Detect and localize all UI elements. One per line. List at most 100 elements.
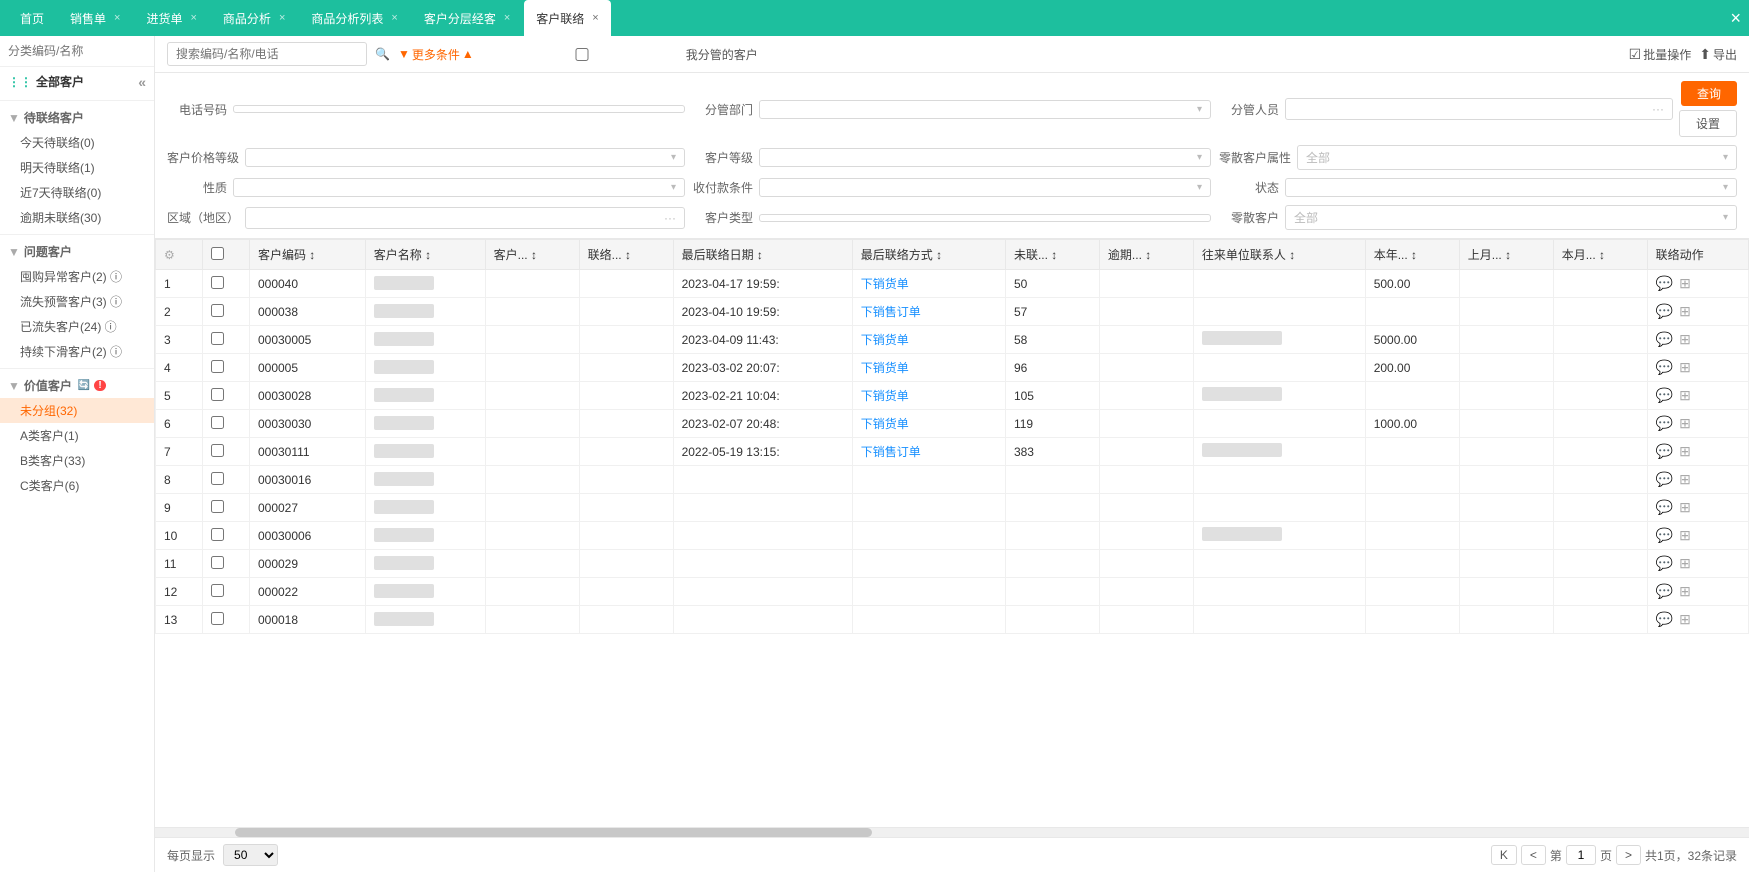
page-next-button[interactable]: > bbox=[1616, 845, 1641, 865]
row-checkbox[interactable] bbox=[211, 612, 224, 625]
sidebar-search-input[interactable] bbox=[8, 44, 155, 58]
th-unit-contact[interactable]: 往来单位联系人 ↕ bbox=[1193, 240, 1365, 270]
th-name[interactable]: 客户名称 ↕ bbox=[365, 240, 485, 270]
grid-icon[interactable]: ⊞ bbox=[1679, 387, 1691, 404]
message-icon[interactable]: 💬 bbox=[1656, 611, 1673, 628]
row-checkbox[interactable] bbox=[211, 332, 224, 345]
page-first-button[interactable]: K bbox=[1491, 845, 1517, 865]
horizontal-scrollbar[interactable] bbox=[155, 827, 1749, 837]
row-checkbox[interactable] bbox=[211, 472, 224, 485]
th-overdue[interactable]: 逾期... ↕ bbox=[1099, 240, 1193, 270]
th-last-type[interactable]: 最后联络方式 ↕ bbox=[852, 240, 1005, 270]
nav-tab-customer-contact[interactable]: 客户联络 × bbox=[524, 0, 610, 36]
nav-tab-purchase-close[interactable]: × bbox=[190, 12, 196, 24]
message-icon[interactable]: 💬 bbox=[1656, 331, 1673, 348]
th-this-month[interactable]: 本月... ↕ bbox=[1553, 240, 1647, 270]
nav-tab-analysis-list[interactable]: 商品分析列表 × bbox=[299, 0, 409, 36]
grid-icon[interactable]: ⊞ bbox=[1679, 303, 1691, 320]
all-customers-header[interactable]: ⋮⋮ 全部客户 « bbox=[0, 67, 154, 96]
message-icon[interactable]: 💬 bbox=[1656, 387, 1673, 404]
nav-tab-sales-close[interactable]: × bbox=[114, 12, 120, 24]
th-last-month[interactable]: 上月... ↕ bbox=[1459, 240, 1553, 270]
grid-icon[interactable]: ⊞ bbox=[1679, 499, 1691, 516]
sidebar-collapse-icon[interactable]: « bbox=[138, 74, 146, 90]
last-type-link[interactable]: 下销货单 bbox=[861, 333, 909, 347]
filter-input-phone[interactable] bbox=[233, 105, 685, 113]
export-button[interactable]: ⬆ 导出 bbox=[1699, 46, 1737, 63]
row-checkbox[interactable] bbox=[211, 388, 224, 401]
filter-input-scatter-cust[interactable]: 全部 ▾ bbox=[1285, 205, 1737, 230]
message-icon[interactable]: 💬 bbox=[1656, 583, 1673, 600]
last-type-link[interactable]: 下销货单 bbox=[861, 361, 909, 375]
sidebar-item-declining[interactable]: 持续下滑客户(2) ⓘ bbox=[0, 339, 154, 364]
more-conditions-button[interactable]: ▼ 更多条件 ▲ bbox=[398, 46, 474, 63]
message-icon[interactable]: 💬 bbox=[1656, 415, 1673, 432]
grid-icon[interactable]: ⊞ bbox=[1679, 359, 1691, 376]
per-page-select[interactable]: 50 100 bbox=[223, 844, 278, 866]
batch-op-button[interactable]: ☑ 批量操作 bbox=[1629, 46, 1692, 63]
nav-tab-purchase[interactable]: 进货单 × bbox=[134, 0, 208, 36]
last-type-link[interactable]: 下销售订单 bbox=[861, 445, 921, 459]
row-checkbox[interactable] bbox=[211, 444, 224, 457]
nav-tab-sales[interactable]: 销售单 × bbox=[58, 0, 132, 36]
sidebar-item-class-b[interactable]: B类客户(33) bbox=[0, 448, 154, 473]
row-checkbox[interactable] bbox=[211, 500, 224, 513]
my-customers-checkbox[interactable]: 我分管的客户 bbox=[482, 46, 758, 63]
row-checkbox[interactable] bbox=[211, 360, 224, 373]
th-unlinked[interactable]: 未联... ↕ bbox=[1005, 240, 1099, 270]
grid-icon[interactable]: ⊞ bbox=[1679, 555, 1691, 572]
nav-tab-customer-contact-close[interactable]: × bbox=[592, 12, 598, 24]
th-settings[interactable]: ⚙ bbox=[156, 240, 203, 270]
th-checkbox[interactable] bbox=[203, 240, 250, 270]
row-checkbox[interactable] bbox=[211, 416, 224, 429]
message-icon[interactable]: 💬 bbox=[1656, 443, 1673, 460]
grid-icon[interactable]: ⊞ bbox=[1679, 527, 1691, 544]
message-icon[interactable]: 💬 bbox=[1656, 359, 1673, 376]
filter-input-manager[interactable]: ··· bbox=[1285, 98, 1673, 120]
sidebar-item-abnormal[interactable]: 囤购异常客户(2) ⓘ bbox=[0, 264, 154, 289]
sidebar-item-tomorrow[interactable]: 明天待联络(1) bbox=[0, 155, 154, 180]
message-icon[interactable]: 💬 bbox=[1656, 471, 1673, 488]
nav-tab-customer-layer-close[interactable]: × bbox=[504, 12, 510, 24]
search-input[interactable] bbox=[167, 42, 367, 66]
my-customers-check[interactable] bbox=[482, 48, 682, 61]
scrollbar-thumb[interactable] bbox=[235, 828, 873, 837]
message-icon[interactable]: 💬 bbox=[1656, 499, 1673, 516]
grid-icon[interactable]: ⊞ bbox=[1679, 415, 1691, 432]
message-icon[interactable]: 💬 bbox=[1656, 303, 1673, 320]
sidebar-item-churn-warn[interactable]: 流失预警客户(3) ⓘ bbox=[0, 289, 154, 314]
last-type-link[interactable]: 下销货单 bbox=[861, 277, 909, 291]
filter-input-status[interactable]: ▾ bbox=[1285, 178, 1737, 197]
window-close-icon[interactable]: × bbox=[1730, 8, 1741, 29]
th-code[interactable]: 客户编码 ↕ bbox=[249, 240, 365, 270]
grid-icon[interactable]: ⊞ bbox=[1679, 275, 1691, 292]
filter-input-cust-type[interactable] bbox=[759, 214, 1211, 222]
grid-icon[interactable]: ⊞ bbox=[1679, 611, 1691, 628]
query-button[interactable]: 查询 bbox=[1681, 81, 1737, 106]
filter-input-payment[interactable]: ▾ bbox=[759, 178, 1211, 197]
sidebar-item-class-c[interactable]: C类客户(6) bbox=[0, 473, 154, 498]
message-icon[interactable]: 💬 bbox=[1656, 527, 1673, 544]
row-checkbox[interactable] bbox=[211, 304, 224, 317]
row-checkbox[interactable] bbox=[211, 584, 224, 597]
filter-input-dept[interactable]: ▾ bbox=[759, 100, 1211, 119]
filter-input-cust-level[interactable]: ▾ bbox=[759, 148, 1211, 167]
last-type-link[interactable]: 下销货单 bbox=[861, 417, 909, 431]
th-last-date[interactable]: 最后联络日期 ↕ bbox=[673, 240, 852, 270]
nav-tab-home[interactable]: 首页 bbox=[8, 0, 56, 36]
filter-input-scatter-attr[interactable]: 全部 ▾ bbox=[1297, 145, 1737, 170]
search-icon[interactable]: 🔍 bbox=[375, 47, 390, 61]
message-icon[interactable]: 💬 bbox=[1656, 555, 1673, 572]
th-contact[interactable]: 联络... ↕ bbox=[579, 240, 673, 270]
page-prev-button[interactable]: < bbox=[1521, 845, 1546, 865]
grid-icon[interactable]: ⊞ bbox=[1679, 583, 1691, 600]
grid-icon[interactable]: ⊞ bbox=[1679, 443, 1691, 460]
nav-tab-analysis-close[interactable]: × bbox=[279, 12, 285, 24]
last-type-link[interactable]: 下销货单 bbox=[861, 389, 909, 403]
nav-tab-customer-layer[interactable]: 客户分层经客 × bbox=[412, 0, 522, 36]
grid-icon[interactable]: ⊞ bbox=[1679, 331, 1691, 348]
nav-tab-analysis[interactable]: 商品分析 × bbox=[211, 0, 297, 36]
sidebar-item-ungroup[interactable]: 未分组(32) bbox=[0, 398, 154, 423]
th-type[interactable]: 客户... ↕ bbox=[485, 240, 579, 270]
row-checkbox[interactable] bbox=[211, 276, 224, 289]
